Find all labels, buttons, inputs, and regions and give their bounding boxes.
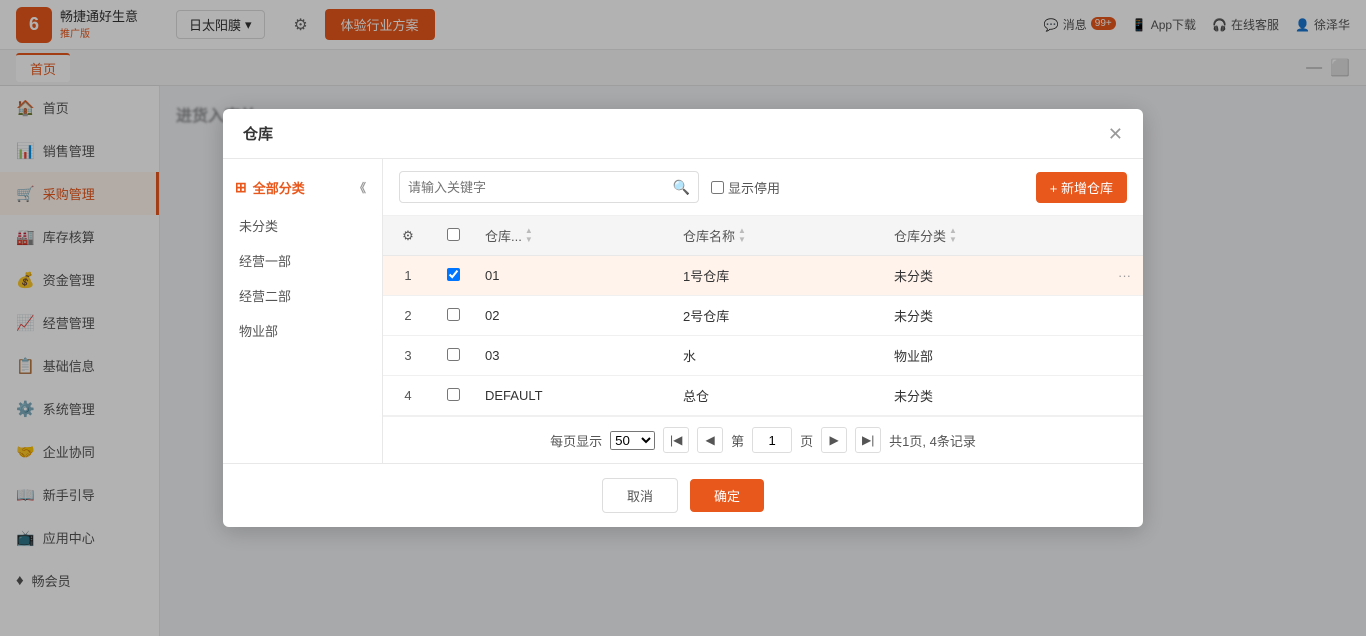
add-warehouse-button[interactable]: + 新增仓库 bbox=[1036, 172, 1127, 203]
table-header-check[interactable] bbox=[433, 216, 473, 256]
cancel-button[interactable]: 取消 bbox=[602, 478, 678, 513]
name-sort-arrows: ▲ ▼ bbox=[738, 227, 746, 244]
next-page-button[interactable]: ▶ bbox=[821, 427, 847, 453]
modal-body: ⊞ 全部分类 《 未分类 经营一部 经营二部 物业部 🔍 bbox=[223, 159, 1143, 463]
search-input[interactable] bbox=[408, 180, 673, 195]
row-code: DEFAULT bbox=[473, 376, 671, 416]
select-all-checkbox[interactable] bbox=[447, 228, 460, 241]
row-category: 未分类 bbox=[882, 296, 1093, 336]
row-category: 未分类 bbox=[882, 376, 1093, 416]
row-code: 02 bbox=[473, 296, 671, 336]
row-checkbox-cell[interactable] bbox=[433, 376, 473, 416]
table-header-code[interactable]: 仓库... ▲ ▼ bbox=[473, 216, 671, 256]
last-page-button[interactable]: ▶| bbox=[855, 427, 881, 453]
show-disabled-checkbox[interactable] bbox=[711, 181, 724, 194]
row-number: 1 bbox=[383, 256, 433, 296]
code-sort-arrows: ▲ ▼ bbox=[525, 227, 533, 244]
row-name: 1号仓库 bbox=[671, 256, 882, 296]
row-code: 01 bbox=[473, 256, 671, 296]
row-name: 总仓 bbox=[671, 376, 882, 416]
row-code: 03 bbox=[473, 336, 671, 376]
row-checkbox-cell[interactable] bbox=[433, 336, 473, 376]
row-number: 4 bbox=[383, 376, 433, 416]
table-row[interactable]: 3 03 水 物业部 bbox=[383, 336, 1143, 376]
row-checkbox[interactable] bbox=[447, 348, 460, 361]
table-header-actions bbox=[1093, 216, 1143, 256]
row-actions[interactable] bbox=[1093, 336, 1143, 376]
first-page-button[interactable]: |◀ bbox=[663, 427, 689, 453]
pagination-bar: 每页显示 102050100 |◀ ◀ 第 页 ▶ ▶| 共1页, 4条记录 bbox=[383, 416, 1143, 463]
row-checkbox[interactable] bbox=[447, 308, 460, 321]
grid-icon: ⊞ bbox=[235, 179, 247, 196]
category-item-property[interactable]: 物业部 bbox=[223, 313, 382, 348]
table-header-gear[interactable]: ⚙ bbox=[383, 216, 433, 256]
category-sort-arrows: ▲ ▼ bbox=[949, 227, 957, 244]
row-checkbox-cell[interactable] bbox=[433, 256, 473, 296]
row-checkbox[interactable] bbox=[447, 388, 460, 401]
show-disabled-wrap: 显示停用 bbox=[711, 178, 780, 197]
row-checkbox-cell[interactable] bbox=[433, 296, 473, 336]
modal-toolbar: 🔍 显示停用 + 新增仓库 bbox=[383, 159, 1143, 216]
table-row[interactable]: 4 DEFAULT 总仓 未分类 bbox=[383, 376, 1143, 416]
category-item-dept2[interactable]: 经营二部 bbox=[223, 278, 382, 313]
row-number: 3 bbox=[383, 336, 433, 376]
page-number-input[interactable] bbox=[752, 427, 792, 453]
modal-categories-sidebar: ⊞ 全部分类 《 未分类 经营一部 经营二部 物业部 bbox=[223, 159, 383, 463]
row-name: 2号仓库 bbox=[671, 296, 882, 336]
modal-table: ⚙ 仓库... ▲ bbox=[383, 216, 1143, 416]
row-category: 未分类 bbox=[882, 256, 1093, 296]
table-row[interactable]: 1 01 1号仓库 未分类 ··· bbox=[383, 256, 1143, 296]
table-header-name[interactable]: 仓库名称 ▲ ▼ bbox=[671, 216, 882, 256]
modal-title: 仓库 bbox=[243, 123, 273, 144]
row-number: 2 bbox=[383, 296, 433, 336]
search-input-wrap: 🔍 bbox=[399, 171, 699, 203]
table-header-category[interactable]: 仓库分类 ▲ ▼ bbox=[882, 216, 1093, 256]
confirm-button[interactable]: 确定 bbox=[690, 479, 764, 512]
modal-category-header[interactable]: ⊞ 全部分类 《 bbox=[223, 167, 382, 208]
modal-overlay: 仓库 ✕ ⊞ 全部分类 《 未分类 经营一部 经营二部 物业部 bbox=[0, 0, 1366, 636]
warehouse-modal: 仓库 ✕ ⊞ 全部分类 《 未分类 经营一部 经营二部 物业部 bbox=[223, 109, 1143, 527]
modal-header: 仓库 ✕ bbox=[223, 109, 1143, 159]
row-checkbox[interactable] bbox=[447, 268, 460, 281]
total-info: 共1页, 4条记录 bbox=[889, 431, 976, 450]
category-item-dept1[interactable]: 经营一部 bbox=[223, 243, 382, 278]
modal-action-footer: 取消 确定 bbox=[223, 463, 1143, 527]
per-page-select[interactable]: 102050100 bbox=[610, 431, 655, 450]
modal-close-button[interactable]: ✕ bbox=[1108, 125, 1123, 143]
search-icon: 🔍 bbox=[673, 179, 690, 196]
row-name: 水 bbox=[671, 336, 882, 376]
row-actions[interactable] bbox=[1093, 376, 1143, 416]
modal-table-area: 🔍 显示停用 + 新增仓库 ⚙ bbox=[383, 159, 1143, 463]
row-actions[interactable] bbox=[1093, 296, 1143, 336]
row-actions[interactable]: ··· bbox=[1093, 256, 1143, 296]
row-category: 物业部 bbox=[882, 336, 1093, 376]
category-item-uncategorized[interactable]: 未分类 bbox=[223, 208, 382, 243]
prev-page-button[interactable]: ◀ bbox=[697, 427, 723, 453]
collapse-sidebar-button[interactable]: 《 bbox=[350, 175, 370, 200]
table-row[interactable]: 2 02 2号仓库 未分类 bbox=[383, 296, 1143, 336]
